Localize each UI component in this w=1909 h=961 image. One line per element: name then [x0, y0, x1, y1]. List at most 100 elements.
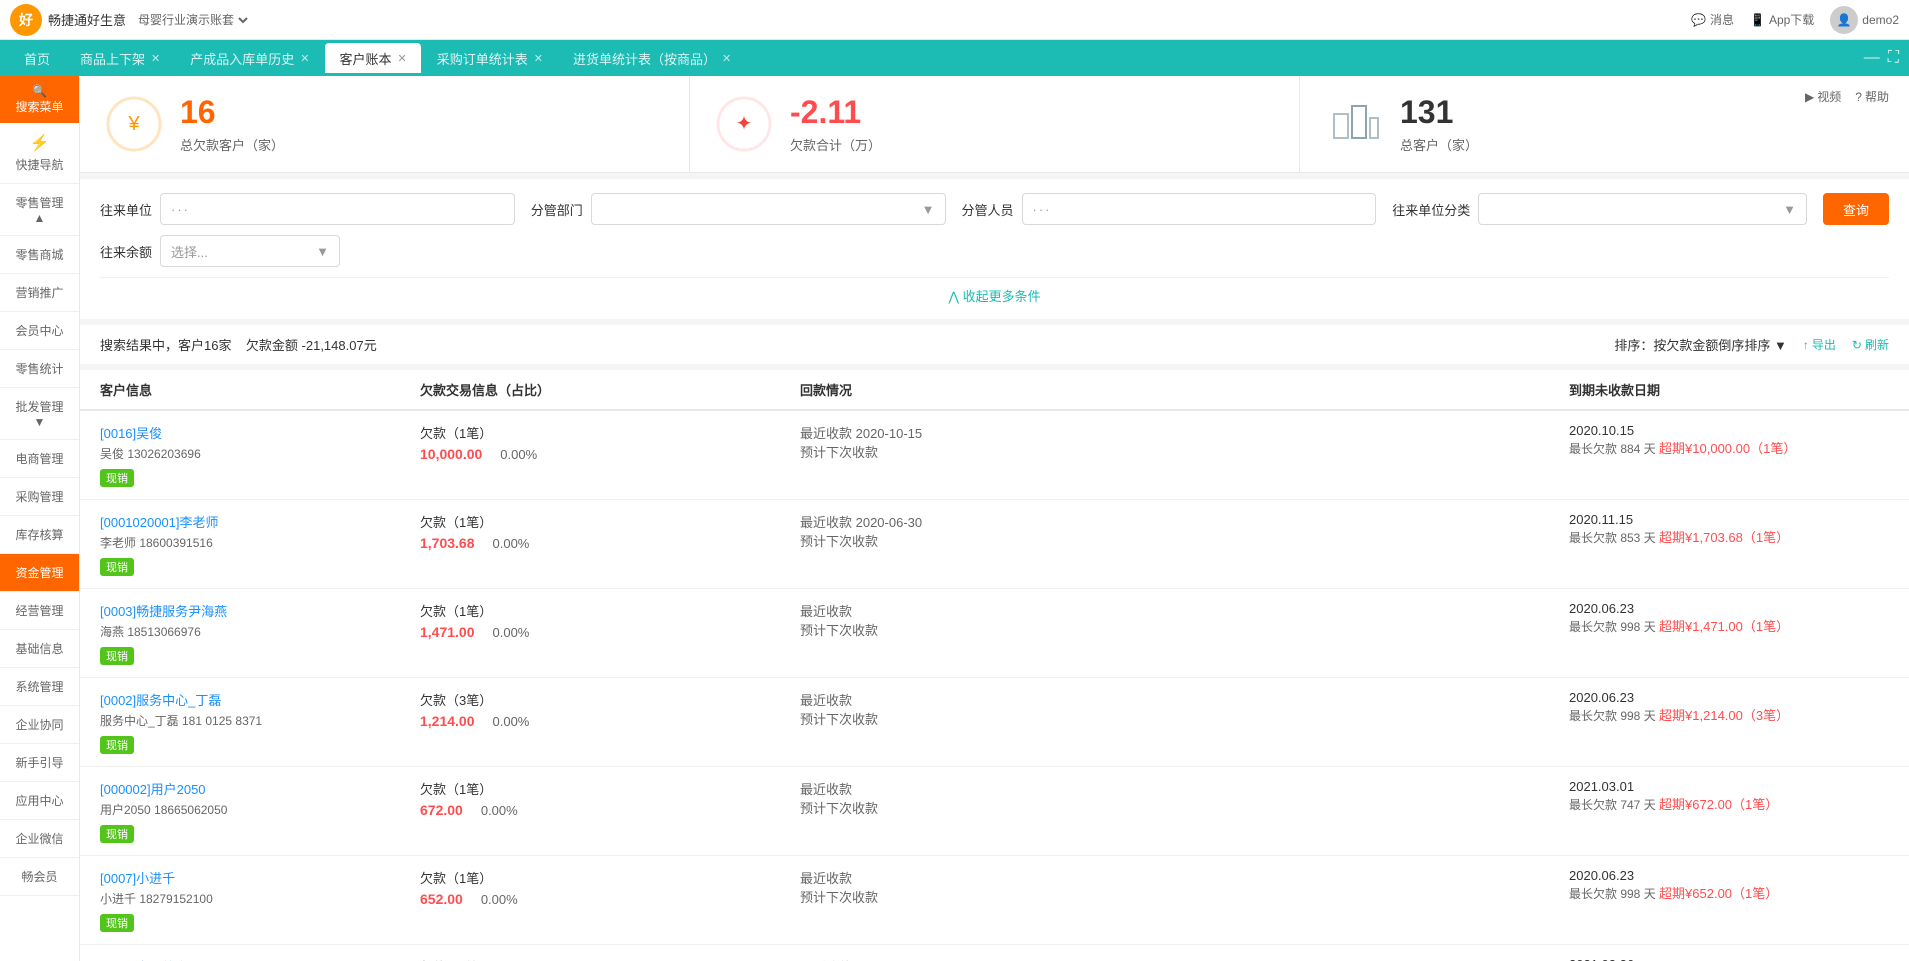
overdue-amount[interactable]: 超期¥1,703.68（1笔） — [1659, 530, 1789, 545]
sidebar-item-retail-store[interactable]: 零售商城 — [0, 236, 79, 274]
close-icon[interactable]: ✕ — [151, 52, 160, 65]
stat-label-3: 总客户（家） — [1400, 135, 1885, 154]
message-btn[interactable]: 💬 消息 — [1691, 11, 1734, 28]
sidebar-item-enterprise-coop[interactable]: 企业协同 — [0, 706, 79, 744]
sidebar-item-operations[interactable]: 经营管理 — [0, 592, 79, 630]
sidebar-item-inventory[interactable]: 库存核算 — [0, 516, 79, 554]
customer-name[interactable]: [0006]去下粮仓 — [100, 957, 420, 961]
last-payment: 最近收款 2020-10-15 — [800, 423, 1569, 442]
customer-name[interactable]: [0007]小进千 — [100, 868, 420, 887]
refresh-btn[interactable]: ↻ 刷新 — [1852, 336, 1889, 353]
search-menu-btn[interactable]: 🔍 搜索菜单 — [0, 76, 79, 123]
customer-contact: 小进千 18279152100 — [100, 890, 420, 907]
overdue-date: 2020.06.23 — [1569, 868, 1889, 883]
sidebar-item-enterprise-wx[interactable]: 企业微信 — [0, 820, 79, 858]
tab-home[interactable]: 首页 — [10, 43, 64, 73]
overdue-cell: 2020.06.23 最长欠款 998 天 超期¥652.00（1笔） — [1569, 868, 1889, 902]
collapse-row[interactable]: ⋀ 收起更多条件 — [100, 277, 1889, 305]
overdue-days: 最长欠款 998 天 超期¥1,471.00（1笔） — [1569, 616, 1889, 635]
customer-contact: 吴俊 13026203696 — [100, 445, 420, 462]
video-action[interactable]: ▶ 视频 — [1805, 88, 1841, 105]
sidebar-item-system[interactable]: 系统管理 — [0, 668, 79, 706]
balance-select[interactable]: 选择... ▼ — [160, 235, 340, 267]
customer-name[interactable]: [0003]畅捷服务尹海燕 — [100, 601, 420, 620]
return-cell: 最近收款 2020-10-15 预计下次收款 — [800, 423, 1569, 461]
stat-card-2: ✦ -2.11 欠款合计（万） — [690, 76, 1300, 172]
customer-cell: [0016]吴俊 吴俊 13026203696 现销 — [100, 423, 420, 487]
sidebar-item-member-plus[interactable]: 畅会员 — [0, 858, 79, 896]
sort-label[interactable]: 排序：按欠款金额倒序排序 ▼ — [1614, 335, 1787, 354]
debt-amount: 672.00 — [420, 802, 463, 818]
search-btn[interactable]: 查询 — [1823, 193, 1889, 225]
customer-contact: 海燕 18513066976 — [100, 623, 420, 640]
debt-amount: 1,214.00 — [420, 713, 475, 729]
app-download-btn[interactable]: 📱 App下载 — [1750, 11, 1814, 28]
customer-name[interactable]: [0002]服务中心_丁磊 — [100, 690, 420, 709]
customer-name[interactable]: [000002]用户2050 — [100, 779, 420, 798]
maximize-btn[interactable]: ⛶ — [1888, 49, 1899, 67]
debt-cell: 欠款（1笔） 1,703.68 0.00% — [420, 512, 800, 551]
tab-purchase-stats[interactable]: 进货单统计表（按商品） ✕ — [559, 43, 745, 73]
filter-unit-category: 往来单位分类 ▼ — [1392, 193, 1807, 225]
overdue-date: 2020.11.15 — [1569, 512, 1889, 527]
debt-amount-row: 1,471.00 0.00% — [420, 624, 800, 640]
department-select[interactable]: ▼ — [591, 193, 946, 225]
sidebar-item-batch-mgmt[interactable]: 批发管理 ▼ — [0, 388, 79, 440]
sidebar-item-purchase[interactable]: 采购管理 — [0, 478, 79, 516]
overdue-amount[interactable]: 超期¥652.00（1笔） — [1659, 886, 1778, 901]
customer-name[interactable]: [0016]吴俊 — [100, 423, 420, 442]
sidebar-item-ecommerce[interactable]: 电商管理 — [0, 440, 79, 478]
stat-label-2: 欠款合计（万） — [790, 135, 1275, 154]
debt-count: 欠款（1笔） — [420, 779, 800, 798]
tab-product-history[interactable]: 产成品入库单历史 ✕ — [176, 43, 323, 73]
close-icon[interactable]: ✕ — [398, 52, 407, 65]
sidebar-item-new-guide[interactable]: 新手引导 — [0, 744, 79, 782]
results-bar: 搜索结果中，客户16家 欠款金额 -21,148.07元 排序：按欠款金额倒序排… — [80, 325, 1909, 364]
debt-percent: 0.00% — [500, 447, 537, 462]
close-icon[interactable]: ✕ — [300, 52, 309, 65]
sidebar-item-app-center[interactable]: 应用中心 — [0, 782, 79, 820]
avatar: 👤 — [1830, 6, 1858, 34]
tab-customer-account[interactable]: 客户账本 ✕ — [325, 43, 420, 73]
store-selector[interactable]: 母婴行业演示账套 — [134, 12, 251, 28]
tab-purchase-order[interactable]: 采购订单统计表 ✕ — [423, 43, 557, 73]
overdue-amount[interactable]: 超期¥672.00（1笔） — [1659, 797, 1778, 812]
customer-tag: 现销 — [100, 647, 134, 665]
customer-contact: 服务中心_丁磊 181 0125 8371 — [100, 712, 420, 729]
debt-count: 欠款（1笔） — [420, 512, 800, 531]
help-action[interactable]: ? 帮助 — [1855, 88, 1889, 105]
customer-name[interactable]: [0001020001]李老师 — [100, 512, 420, 531]
customer-cell: [0002]服务中心_丁磊 服务中心_丁磊 181 0125 8371 现销 — [100, 690, 420, 754]
stats-row: ¥ 16 总欠款客户（家） ✦ — [80, 76, 1909, 173]
sidebar-item-finance[interactable]: 资金管理 — [0, 554, 79, 592]
tab-product-off[interactable]: 商品上下架 ✕ — [66, 43, 174, 73]
last-payment: 最近收款 — [800, 601, 1569, 620]
sidebar-item-marketing[interactable]: 营销推广 — [0, 274, 79, 312]
user-menu[interactable]: 👤 demo2 — [1830, 6, 1899, 34]
overdue-amount[interactable]: 超期¥1,214.00（3笔） — [1659, 708, 1789, 723]
debt-percent: 0.00% — [481, 892, 518, 907]
close-icon[interactable]: ✕ — [722, 52, 731, 65]
tab-actions: — ⛶ — [1864, 49, 1899, 67]
customer-unit-select[interactable]: ··· — [160, 193, 515, 225]
col-debt-info: 欠款交易信息（占比） — [420, 380, 800, 399]
sidebar-item-basic-info[interactable]: 基础信息 — [0, 630, 79, 668]
manager-select[interactable]: ··· — [1022, 193, 1377, 225]
col-overdue-date: 到期未收款日期 — [1569, 380, 1889, 399]
customer-cell: [000002]用户2050 用户2050 18665062050 现销 — [100, 779, 420, 843]
table-row: [0001020001]李老师 李老师 18600391516 现销 欠款（1笔… — [80, 500, 1909, 589]
debt-amount: 652.00 — [420, 891, 463, 907]
next-payment: 预计下次收款 — [800, 442, 1569, 461]
unit-category-select[interactable]: ▼ — [1478, 193, 1807, 225]
overdue-amount[interactable]: 超期¥10,000.00（1笔） — [1659, 441, 1796, 456]
overdue-amount[interactable]: 超期¥1,471.00（1笔） — [1659, 619, 1789, 634]
sidebar-item-retail-mgmt[interactable]: 零售管理 ▲ — [0, 184, 79, 236]
debt-amount: 1,703.68 — [420, 535, 475, 551]
sidebar-item-member[interactable]: 会员中心 — [0, 312, 79, 350]
logo-icon: 好 — [10, 4, 42, 36]
sidebar-item-retail-stats[interactable]: 零售统计 — [0, 350, 79, 388]
sidebar-quick-nav[interactable]: ⚡ 快捷导航 — [0, 123, 79, 184]
export-btn[interactable]: ↑ 导出 — [1803, 336, 1836, 353]
minimize-btn[interactable]: — — [1864, 49, 1880, 67]
close-icon[interactable]: ✕ — [534, 52, 543, 65]
